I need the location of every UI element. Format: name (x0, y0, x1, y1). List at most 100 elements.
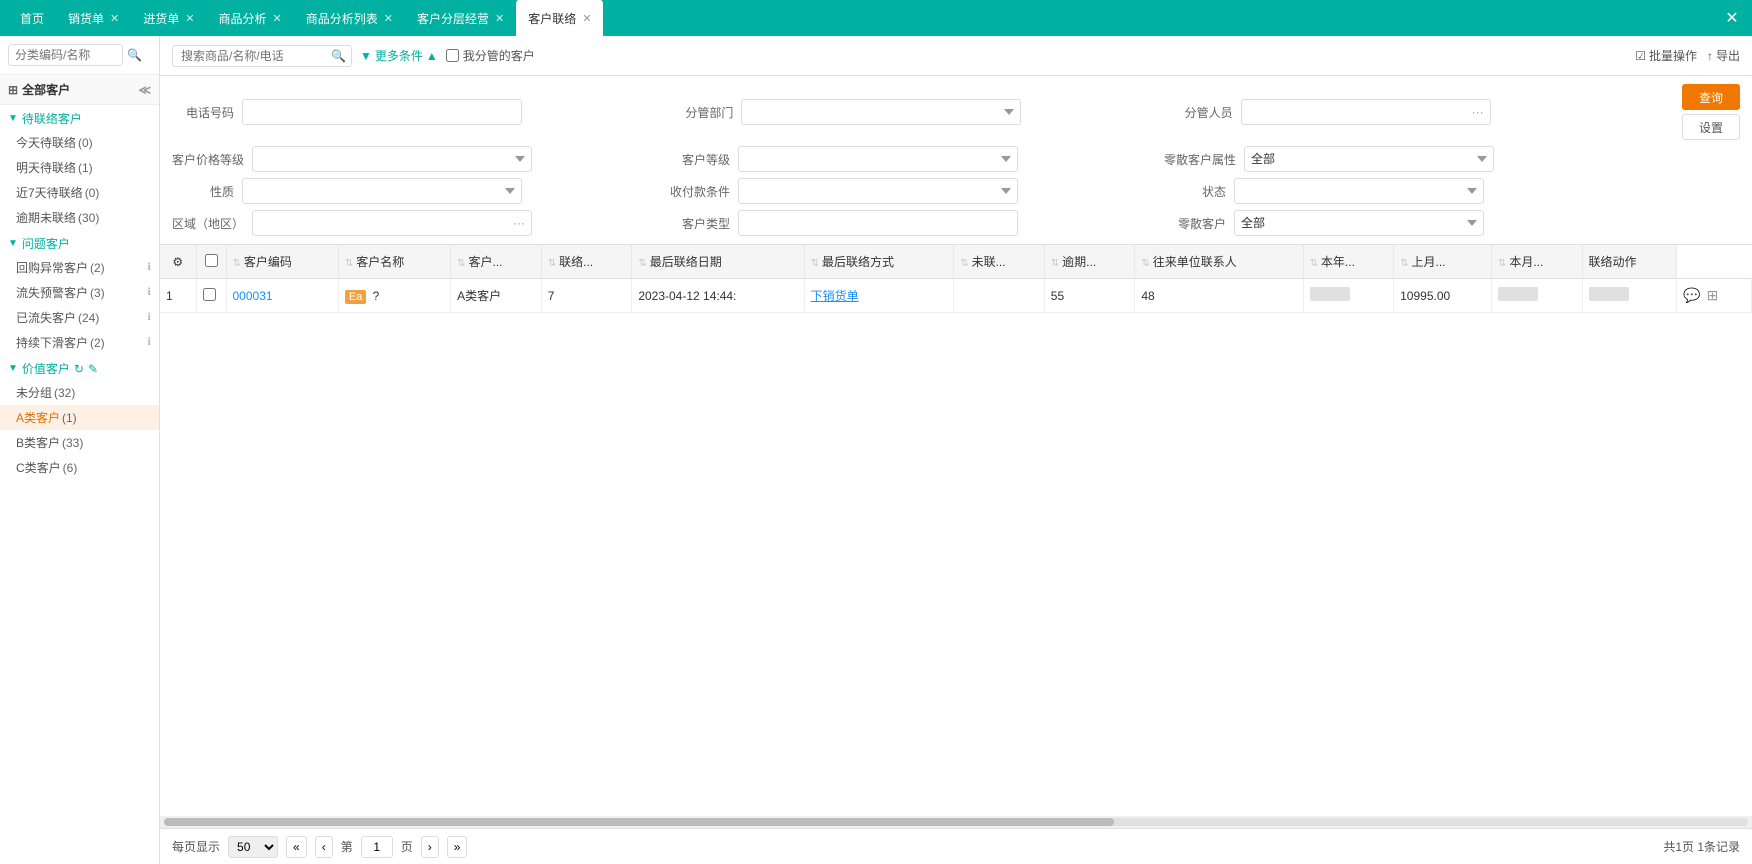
sidebar-search-input[interactable] (8, 44, 123, 66)
sidebar-item-class-b[interactable]: B类客户 (33) (0, 430, 159, 455)
tab-goods-analysis-close[interactable]: ✕ (273, 12, 282, 25)
status-select[interactable] (1234, 178, 1484, 204)
col-name[interactable]: 客户名称 (338, 245, 450, 279)
row-select-checkbox[interactable] (203, 288, 216, 301)
tab-customer-contact-close[interactable]: ✕ (582, 12, 591, 25)
churned-info-icon[interactable]: ℹ (147, 312, 151, 323)
col-code[interactable]: 客户编码 (226, 245, 338, 279)
select-all-checkbox[interactable] (205, 254, 218, 267)
col-this-year[interactable]: 本年... (1303, 245, 1394, 279)
sidebar-item-repurchase-abnormal[interactable]: 回购异常客户 (2) ℹ (0, 255, 159, 280)
col-settings-icon[interactable]: ⚙ (172, 255, 183, 269)
col-last-date[interactable]: 最后联络日期 (632, 245, 804, 279)
prev-page-button[interactable]: ‹ (315, 836, 333, 858)
tab-customer-tier[interactable]: 客户分层经营 ✕ (405, 0, 516, 36)
tab-home[interactable]: 首页 (8, 0, 56, 36)
scrollbar-track[interactable] (164, 818, 1748, 826)
filter-customer-tier: 客户等级 (668, 146, 1164, 172)
sidebar-item-declining[interactable]: 持续下滑客户 (2) ℹ (0, 330, 159, 355)
settings-button[interactable]: 设置 (1682, 114, 1740, 140)
more-filter-button[interactable]: ▼ 更多条件 ▲ (360, 47, 438, 64)
col-tier[interactable]: 客户... (451, 245, 542, 279)
close-all-button[interactable]: ✕ (1720, 6, 1744, 30)
sidebar-item-unclassified[interactable]: 未分组 (32) (0, 380, 159, 405)
tab-sales[interactable]: 销货单 ✕ (56, 0, 131, 36)
sidebar-search-icon[interactable]: 🔍 (127, 48, 142, 62)
tab-goods-list-close[interactable]: ✕ (384, 12, 393, 25)
price-tier-select[interactable] (252, 146, 532, 172)
col-company-contact[interactable]: 往来单位联系人 (1135, 245, 1303, 279)
horizontal-scrollbar[interactable] (160, 816, 1752, 828)
batch-op-button[interactable]: ☑ 批量操作 (1635, 47, 1697, 64)
toolbar-search-input[interactable] (181, 49, 331, 63)
phone-label: 电话号码 (172, 104, 242, 121)
sidebar-section-pending[interactable]: ▼ 待联络客户 (0, 105, 159, 130)
retail-customer-select[interactable]: 全部 (1234, 210, 1484, 236)
sidebar-section-problem[interactable]: ▼ 问题客户 (0, 230, 159, 255)
col-uncontacted[interactable]: 未联... (954, 245, 1045, 279)
sidebar-item-class-a[interactable]: A类客户 (1) (0, 405, 159, 430)
row-message-icon[interactable]: 💬 (1683, 287, 1700, 304)
per-page-select[interactable]: 50 100 (228, 836, 278, 858)
col-last-month[interactable]: 上月... (1394, 245, 1492, 279)
sidebar-item-overdue-uncontacted[interactable]: 逾期未联络 (30) (0, 205, 159, 230)
declining-info-icon[interactable]: ℹ (147, 337, 151, 348)
churn-warning-info-icon[interactable]: ℹ (147, 287, 151, 298)
scrollbar-thumb[interactable] (164, 818, 1114, 826)
row-code[interactable]: 000031 (226, 279, 338, 313)
tab-customer-contact[interactable]: 客户联络 ✕ (516, 0, 603, 36)
tab-sales-close[interactable]: ✕ (110, 12, 119, 25)
next-page-button[interactable]: › (421, 836, 439, 858)
row-grid-icon[interactable]: ⊞ (1707, 287, 1719, 304)
filter-arrow-icon: ▲ (426, 49, 438, 63)
dept-select[interactable] (741, 99, 1021, 125)
my-customer-checkbox[interactable] (446, 49, 459, 62)
tab-customer-tier-close[interactable]: ✕ (495, 12, 504, 25)
manager-input[interactable]: ··· (1241, 99, 1491, 125)
first-page-button[interactable]: « (286, 836, 307, 858)
tab-goods-analysis[interactable]: 商品分析 ✕ (206, 0, 293, 36)
region-more-icon[interactable]: ··· (513, 216, 525, 230)
sidebar-item-7day-pending[interactable]: 近7天待联络 (0) (0, 180, 159, 205)
sidebar-item-class-c[interactable]: C类客户 (6) (0, 455, 159, 480)
sidebar-section-value[interactable]: ▼ 价值客户 ↻ ✎ (0, 355, 159, 380)
my-customer-checkbox-area[interactable]: 我分管的客户 (446, 47, 535, 64)
manager-more-icon[interactable]: ··· (1472, 105, 1484, 119)
sidebar-item-churn-warning[interactable]: 流失预警客户 (3) ℹ (0, 280, 159, 305)
sidebar-item-tomorrow-pending[interactable]: 明天待联络 (1) (0, 155, 159, 180)
tab-purchase-close[interactable]: ✕ (185, 12, 194, 25)
query-button[interactable]: 查询 (1682, 84, 1740, 110)
row-last-type-link[interactable]: 下销货单 (811, 289, 859, 303)
retail-attr-select[interactable]: 全部 (1244, 146, 1494, 172)
last-month-placeholder (1498, 287, 1538, 301)
sidebar-item-today-pending[interactable]: 今天待联络 (0) (0, 130, 159, 155)
col-overdue[interactable]: 逾期... (1044, 245, 1135, 279)
overdue-uncontacted-badge: (30) (78, 211, 99, 225)
sidebar-collapse-icon[interactable]: ≪ (138, 83, 151, 97)
filter-row-4: 区域（地区） ··· 客户类型 零散客户 全部 (172, 210, 1740, 236)
col-actions: 联络动作 (1582, 245, 1677, 279)
class-a-label: A类客户 (16, 409, 60, 426)
page-input[interactable] (361, 836, 393, 858)
region-input[interactable]: ··· (252, 210, 532, 236)
sidebar-item-churned[interactable]: 已流失客户 (24) ℹ (0, 305, 159, 330)
col-contact-count[interactable]: 联络... (541, 245, 632, 279)
row-last-type[interactable]: 下销货单 (804, 279, 954, 313)
col-this-month[interactable]: 本月... (1491, 245, 1582, 279)
phone-input[interactable] (242, 99, 522, 125)
export-button[interactable]: ↑ 导出 (1707, 47, 1740, 64)
col-last-type[interactable]: 最后联络方式 (804, 245, 954, 279)
customer-type-input[interactable] (738, 210, 1018, 236)
value-edit-icon[interactable]: ✎ (88, 362, 98, 376)
filter-label: 更多条件 (375, 47, 423, 64)
payment-select[interactable] (738, 178, 1018, 204)
toolbar-search-icon[interactable]: 🔍 (331, 49, 346, 63)
last-page-button[interactable]: » (447, 836, 468, 858)
row-checkbox (196, 279, 226, 313)
repurchase-info-icon[interactable]: ℹ (147, 262, 151, 273)
nature-select[interactable] (242, 178, 522, 204)
customer-tier-select[interactable] (738, 146, 1018, 172)
value-refresh-icon[interactable]: ↻ (74, 362, 84, 376)
tab-goods-list[interactable]: 商品分析列表 ✕ (294, 0, 405, 36)
tab-purchase[interactable]: 进货单 ✕ (131, 0, 206, 36)
